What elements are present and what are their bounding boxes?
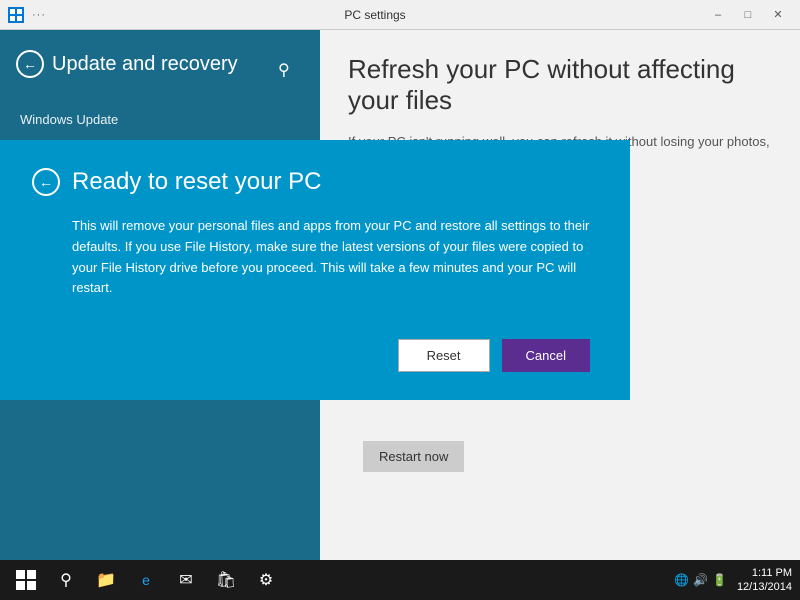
- dialog-title: Ready to reset your PC: [72, 168, 321, 196]
- tray-network-icon: 🌐: [674, 573, 689, 587]
- restart-now-button[interactable]: Restart now: [363, 441, 464, 472]
- window-title: PC settings: [46, 8, 704, 22]
- dialog-back-button[interactable]: ←: [32, 168, 60, 196]
- store-icon: 🛍: [216, 570, 236, 590]
- dialog-back-icon: ←: [39, 174, 53, 190]
- taskbar: ⚲ 📁 e ✉ 🛍 ⚙ 🌐 🔊 🔋 1:11 PM 12/13/2014: [0, 560, 800, 600]
- close-button[interactable]: ✕: [764, 4, 792, 26]
- folder-icon: 📁: [96, 570, 116, 590]
- back-button[interactable]: ←: [16, 50, 44, 78]
- taskbar-mail-button[interactable]: ✉: [168, 562, 204, 598]
- app-icon: [8, 7, 24, 23]
- taskbar-ie-button[interactable]: e: [128, 562, 164, 598]
- window-controls: – □ ✕: [704, 4, 792, 26]
- start-button[interactable]: [8, 562, 44, 598]
- taskbar-search-button[interactable]: ⚲: [48, 562, 84, 598]
- clock-time: 1:11 PM: [737, 566, 792, 580]
- taskbar-file-explorer-button[interactable]: 📁: [88, 562, 124, 598]
- cancel-button[interactable]: Cancel: [502, 339, 590, 372]
- back-icon: ←: [23, 56, 37, 72]
- dialog-header: ← Ready to reset your PC: [32, 168, 598, 196]
- search-icon[interactable]: ⚲: [278, 60, 290, 80]
- maximize-button[interactable]: □: [734, 4, 762, 26]
- taskbar-store-button[interactable]: 🛍: [208, 562, 244, 598]
- taskbar-clock[interactable]: 1:11 PM 12/13/2014: [737, 566, 792, 595]
- taskbar-settings-button[interactable]: ⚙: [248, 562, 284, 598]
- tray-battery-icon: 🔋: [712, 573, 727, 587]
- right-panel-title: Refresh your PC without affecting your f…: [348, 54, 772, 116]
- minimize-button[interactable]: –: [704, 4, 732, 26]
- mail-icon: ✉: [179, 570, 192, 590]
- title-bar-left: ···: [8, 7, 46, 23]
- dialog-body: This will remove your personal files and…: [32, 216, 598, 299]
- start-icon: [16, 570, 36, 590]
- reset-dialog: ← Ready to reset your PC This will remov…: [0, 140, 630, 400]
- sidebar-item-windows-update[interactable]: Windows Update: [16, 102, 304, 137]
- tray-volume-icon: 🔊: [693, 573, 708, 587]
- dialog-actions: Reset Cancel: [32, 339, 598, 372]
- taskbar-search-icon: ⚲: [60, 570, 72, 590]
- back-navigation[interactable]: ← Update and recovery: [16, 50, 304, 78]
- left-panel-title: Update and recovery: [52, 53, 238, 76]
- title-bar-dots: ···: [32, 9, 46, 21]
- ie-icon: e: [142, 572, 150, 588]
- title-bar: ··· PC settings – □ ✕: [0, 0, 800, 30]
- clock-date: 12/13/2014: [737, 580, 792, 594]
- reset-button[interactable]: Reset: [398, 339, 490, 372]
- system-tray: 🌐 🔊 🔋: [674, 573, 727, 587]
- settings-icon: ⚙: [259, 570, 273, 590]
